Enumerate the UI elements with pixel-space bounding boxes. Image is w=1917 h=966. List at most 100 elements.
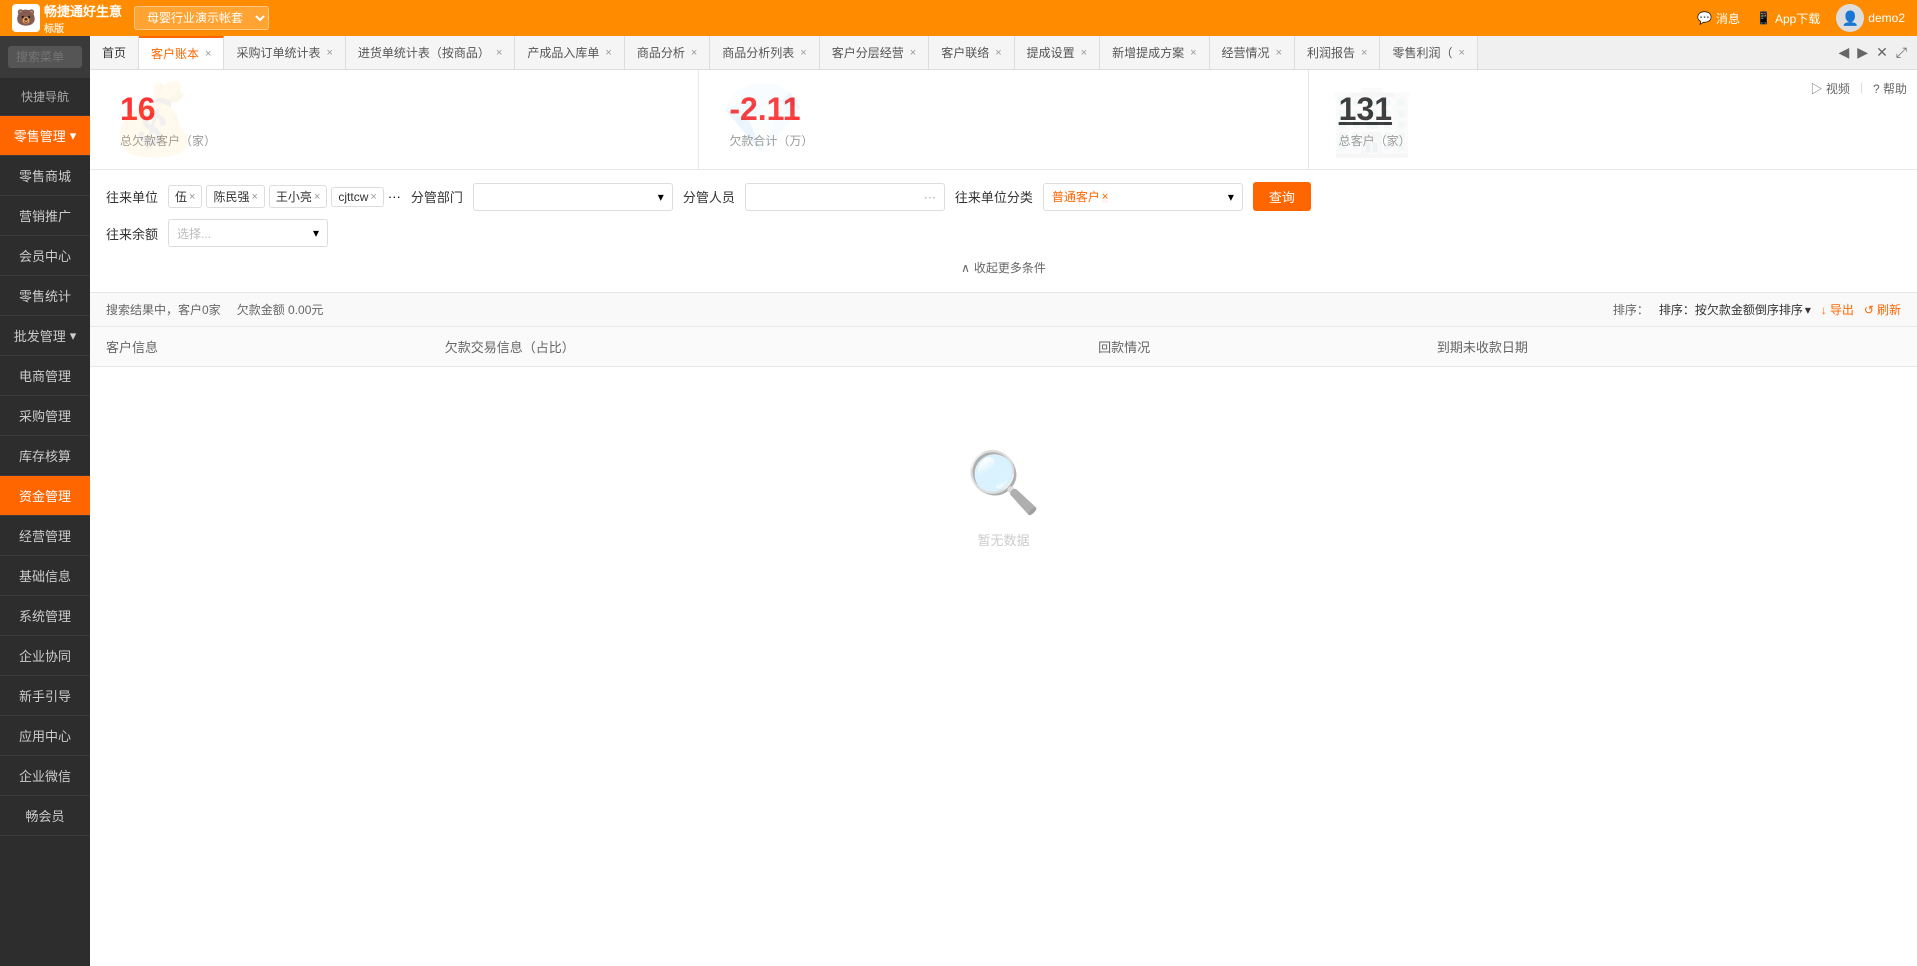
sidebar-item-inventory[interactable]: 库存核算	[0, 436, 90, 476]
chevron-down-icon-sort: ▾	[1805, 303, 1811, 317]
sidebar-item-apps[interactable]: 应用中心	[0, 716, 90, 756]
search-input[interactable]	[8, 46, 82, 68]
close-icon-4[interactable]: ×	[605, 47, 611, 59]
tab-home[interactable]: 首页	[90, 36, 139, 70]
tag-close-class[interactable]: ×	[1102, 191, 1108, 203]
sidebar-item-quick-nav[interactable]: 快捷导航	[0, 78, 90, 116]
tab-profit-report[interactable]: 利润报告 ×	[1295, 36, 1380, 70]
more-options-btn[interactable]: ···	[924, 190, 936, 204]
close-icon-8[interactable]: ×	[995, 47, 1001, 59]
sidebar-item-member[interactable]: 畅会员	[0, 796, 90, 836]
sidebar: 快捷导航 零售管理 ▾ 零售商城 营销推广 会员中心 零售统计	[0, 36, 90, 966]
tab-commission-settings[interactable]: 提成设置 ×	[1015, 36, 1100, 70]
refresh-btn[interactable]: ↺ 刷新	[1864, 301, 1901, 318]
chevron-down-icon-dept: ▾	[658, 190, 664, 204]
sidebar-item-enterprise-wechat[interactable]: 企业微信	[0, 756, 90, 796]
sidebar-item-basic-info[interactable]: 基础信息	[0, 556, 90, 596]
tab-operation[interactable]: 经营情况 ×	[1210, 36, 1295, 70]
tab-expand-btn[interactable]: ⤢	[1894, 42, 1909, 63]
filter-dept-select[interactable]: ▾	[473, 183, 673, 211]
tab-customer-stratify[interactable]: 客户分层经营 ×	[820, 36, 929, 70]
sidebar-item-marketing[interactable]: 营销推广	[0, 196, 90, 236]
sidebar-item-guide[interactable]: 新手引导	[0, 676, 90, 716]
collapse-btn[interactable]: ∧ 收起更多条件	[953, 255, 1054, 280]
sort-select[interactable]: 排序：按欠款金额倒序排序 ▾	[1659, 301, 1811, 318]
filter-row-1: 往来单位 伍 × 陈民强 × 王小亮	[106, 182, 1901, 211]
tab-product-analysis[interactable]: 商品分析 ×	[625, 36, 710, 70]
close-icon-9[interactable]: ×	[1081, 47, 1087, 59]
user-avatar-area[interactable]: 👤 demo2	[1836, 4, 1905, 32]
sidebar-item-ecommerce[interactable]: 电商管理	[0, 356, 90, 396]
filter-class-select[interactable]: 普通客户 × ▾	[1043, 183, 1243, 211]
sidebar-item-enterprise-collab[interactable]: 企业协同	[0, 636, 90, 676]
app-download-btn[interactable]: 📱 App下载	[1756, 10, 1820, 27]
summary-actions: ▷ 视频 | ? 帮助	[1810, 80, 1907, 97]
chevron-down-icon: ▾	[70, 128, 77, 144]
tab-retail-profit[interactable]: 零售利润（ ×	[1380, 36, 1477, 70]
app-icon: 📱	[1756, 11, 1771, 25]
tag-close-wang[interactable]: ×	[314, 191, 320, 203]
filter-balance-label: 往来余额	[106, 224, 158, 243]
sidebar-item-purchase[interactable]: 采购管理	[0, 396, 90, 436]
tab-production[interactable]: 产成品入库单 ×	[515, 36, 624, 70]
tab-purchase-order[interactable]: 采购订单统计表 ×	[224, 36, 345, 70]
sidebar-item-retail[interactable]: 零售管理 ▾	[0, 116, 90, 156]
collapse-row: ∧ 收起更多条件	[106, 255, 1901, 280]
close-icon-12[interactable]: ×	[1361, 47, 1367, 59]
app-download-label: App下载	[1775, 10, 1820, 27]
sidebar-item-membership[interactable]: 会员中心	[0, 236, 90, 276]
summary-card-customers: 💰 16 总欠款客户（家）	[90, 70, 699, 169]
summary-area: 💰 16 总欠款客户（家） 💎 -2.11 欠款合计（万） 🏢 131 总客户（…	[90, 70, 1917, 170]
close-icon[interactable]: ×	[205, 48, 211, 60]
close-icon-6[interactable]: ×	[800, 47, 806, 59]
filter-person-select[interactable]: ···	[745, 183, 945, 211]
sidebar-item-management[interactable]: 经营管理	[0, 516, 90, 556]
sidebar-item-retail-stats[interactable]: 零售统计	[0, 276, 90, 316]
filter-tag-class: 普通客户 ×	[1052, 188, 1108, 205]
tab-customer-contact[interactable]: 客户联络 ×	[929, 36, 1014, 70]
sidebar-item-wholesale[interactable]: 批发管理 ▾	[0, 316, 90, 356]
close-icon-7[interactable]: ×	[910, 47, 916, 59]
filter-unit-label: 往来单位	[106, 187, 158, 206]
chevron-down-icon-2: ▾	[70, 328, 77, 344]
message-btn[interactable]: 💬 消息	[1697, 10, 1740, 27]
tab-prev-btn[interactable]: ◀	[1837, 42, 1852, 63]
close-icon-5[interactable]: ×	[691, 47, 697, 59]
search-result-text: 搜索结果中，客户0家	[106, 301, 221, 318]
close-icon-11[interactable]: ×	[1276, 47, 1282, 59]
tag-close-cjttcw[interactable]: ×	[370, 191, 376, 203]
filter-balance-select[interactable]: 选择... ▾	[168, 219, 328, 247]
tab-purchase-stats[interactable]: 进货单统计表（按商品） ×	[346, 36, 515, 70]
export-btn[interactable]: ↓ 导出	[1821, 301, 1854, 318]
tab-next-btn[interactable]: ▶	[1855, 42, 1870, 63]
results-bar: 搜索结果中，客户0家 欠款金额 0.00元 排序： 排序：按欠款金额倒序排序 ▾…	[90, 293, 1917, 327]
content-area: 首页 客户账本 × 采购订单统计表 × 进货单统计表（按商品） × 产成品入库单…	[90, 36, 1917, 966]
close-icon-3[interactable]: ×	[496, 47, 502, 59]
tag-close-chen[interactable]: ×	[251, 191, 257, 203]
main-area: 快捷导航 零售管理 ▾ 零售商城 营销推广 会员中心 零售统计	[0, 36, 1917, 966]
help-btn[interactable]: ? 帮助	[1873, 80, 1907, 97]
filter-tag-chen: 陈民强 ×	[206, 185, 264, 208]
sidebar-item-finance[interactable]: 资金管理	[0, 476, 90, 516]
tag-close-wu[interactable]: ×	[189, 191, 195, 203]
message-icon: 💬	[1697, 11, 1712, 25]
tab-customer-ledger[interactable]: 客户账本 ×	[139, 36, 224, 70]
tab-product-analysis-list[interactable]: 商品分析列表 ×	[710, 36, 819, 70]
tab-new-commission[interactable]: 新增提成方案 ×	[1100, 36, 1209, 70]
play-icon: ▷	[1810, 82, 1822, 96]
close-icon-13[interactable]: ×	[1458, 47, 1464, 59]
store-select[interactable]: 母婴行业演示帐套	[134, 6, 269, 30]
filter-tag-wang: 王小亮 ×	[269, 185, 327, 208]
sidebar-search-area	[0, 36, 90, 78]
sidebar-item-system[interactable]: 系统管理	[0, 596, 90, 636]
logo-subtext: 标版	[44, 20, 122, 35]
refresh-icon: ↺	[1864, 303, 1874, 317]
home-tab-label: 首页	[102, 44, 126, 61]
sidebar-item-retail-mall[interactable]: 零售商城	[0, 156, 90, 196]
close-icon-10[interactable]: ×	[1190, 47, 1196, 59]
tab-close-all-btn[interactable]: ✕	[1874, 42, 1890, 63]
close-icon-2[interactable]: ×	[326, 47, 332, 59]
query-button[interactable]: 查询	[1253, 182, 1311, 211]
video-btn[interactable]: ▷ 视频	[1810, 80, 1849, 97]
tag-more-btn[interactable]: ···	[388, 189, 401, 204]
